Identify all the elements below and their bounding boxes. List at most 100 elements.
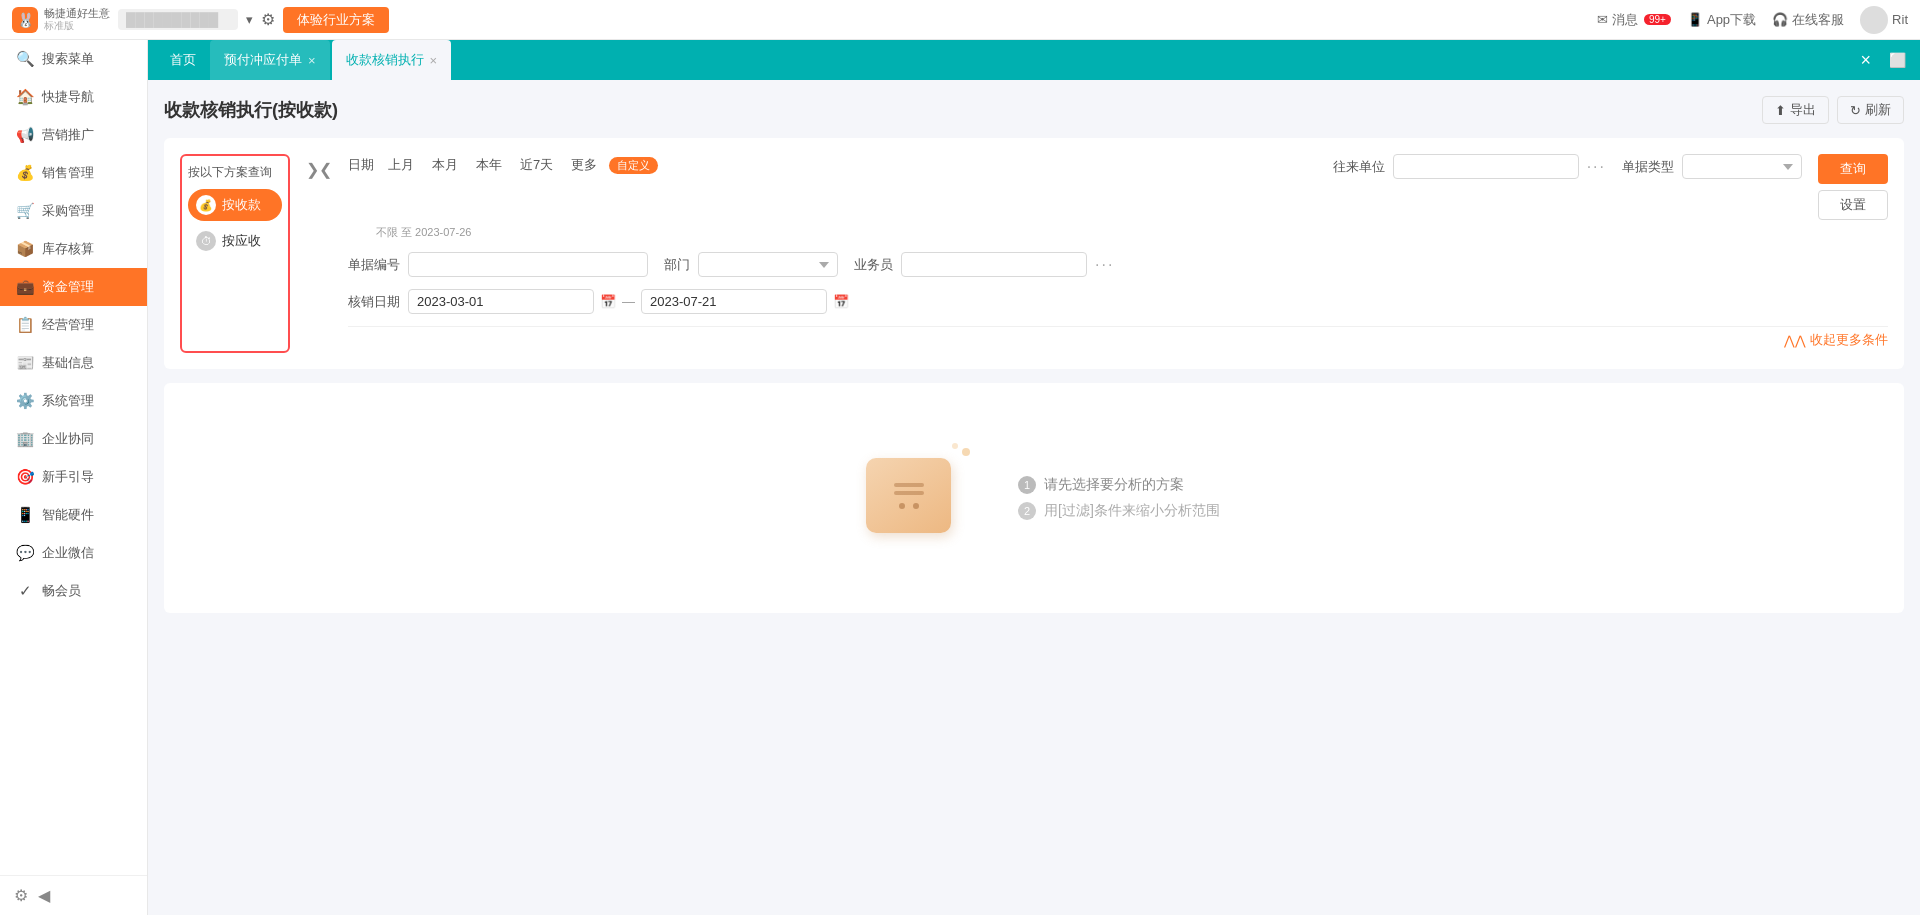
tab-receipt-close[interactable]: × [430, 53, 438, 68]
filter-option-by-receipt[interactable]: 💰 按收款 [188, 189, 282, 221]
sidebar-item-inventory[interactable]: 📦 库存核算 [0, 230, 147, 268]
settings-icon[interactable]: ⚙ [261, 10, 275, 29]
trial-btn[interactable]: 体验行业方案 [283, 7, 389, 33]
sidebar-label: 经营管理 [42, 316, 94, 334]
avatar [1860, 6, 1888, 34]
sidebar-label: 销售管理 [42, 164, 94, 182]
right-panel: 查询 设置 [1818, 154, 1888, 220]
hint-2: 2 用[过滤]条件来缩小分析范围 [1018, 502, 1220, 520]
sidebar-item-search-menu[interactable]: 🔍 搜索菜单 [0, 40, 147, 78]
logo-text: 畅捷通好生意 标准版 [44, 7, 110, 32]
department-label: 部门 [664, 256, 690, 274]
bottom-settings-icon[interactable]: ⚙ [14, 886, 28, 905]
enterprise-icon: 🏢 [16, 430, 34, 448]
verify-date-label: 核销日期 [348, 293, 400, 311]
filter-option-by-receivable[interactable]: ⏱ 按应收 [188, 225, 282, 257]
verify-date-start-input[interactable] [408, 289, 594, 314]
doc-type-select[interactable] [1682, 154, 1802, 179]
sidebar-item-vip[interactable]: ✓ 畅会员 [0, 572, 147, 610]
date-last-month-btn[interactable]: 上月 [382, 154, 420, 176]
sidebar-item-enterprise-coop[interactable]: 🏢 企业协同 [0, 420, 147, 458]
refresh-btn[interactable]: ↻ 刷新 [1837, 96, 1904, 124]
counterparty-field: 往来单位 ··· [1333, 154, 1606, 179]
maximize-btn[interactable]: ⬜ [1883, 50, 1912, 70]
sidebar-item-wechat[interactable]: 💬 企业微信 [0, 534, 147, 572]
verify-date-end-input[interactable] [641, 289, 827, 314]
sidebar-item-marketing[interactable]: 📢 营销推广 [0, 116, 147, 154]
service-icon: 🎧 [1772, 12, 1788, 27]
sidebar-item-purchase[interactable]: 🛒 采购管理 [0, 192, 147, 230]
sidebar-item-newbie[interactable]: 🎯 新手引导 [0, 458, 147, 496]
salesperson-label: 业务员 [854, 256, 893, 274]
settings-btn[interactable]: 设置 [1818, 190, 1888, 220]
date-field: 日期 上月 本月 本年 近7天 更多 自定义 [348, 154, 658, 176]
sidebar-item-operations[interactable]: 📋 经营管理 [0, 306, 147, 344]
sidebar-item-basic-info[interactable]: 📰 基础信息 [0, 344, 147, 382]
sidebar-label: 畅会员 [42, 582, 81, 600]
message-badge: 99+ [1644, 14, 1671, 25]
tab-prepay[interactable]: 预付冲应付单 × [210, 40, 330, 80]
app-download-btn[interactable]: 📱 App下载 [1687, 11, 1756, 29]
box-face [894, 483, 924, 509]
doc-number-input[interactable] [408, 252, 648, 277]
empty-state: 1 请先选择要分析的方案 2 用[过滤]条件来缩小分析范围 [164, 383, 1904, 613]
tab-prepay-close[interactable]: × [308, 53, 316, 68]
close-window-btn[interactable]: × [1854, 48, 1877, 73]
operations-icon: 📋 [16, 316, 34, 334]
box-eyes [899, 503, 919, 509]
counterparty-input[interactable] [1393, 154, 1579, 179]
hint-1: 1 请先选择要分析的方案 [1018, 476, 1220, 494]
verify-date-calendar-start[interactable]: 📅 [600, 294, 616, 309]
date-this-year-btn[interactable]: 本年 [470, 154, 508, 176]
page-header: 收款核销执行(按收款) ⬆ 导出 ↻ 刷新 [164, 96, 1904, 124]
sidebar-item-system[interactable]: ⚙️ 系统管理 [0, 382, 147, 420]
filter-panel: 按以下方案查询 💰 按收款 ⏱ 按应收 ❯❮ [164, 138, 1904, 369]
empty-hints: 1 请先选择要分析的方案 2 用[过滤]条件来缩小分析范围 [1018, 476, 1220, 520]
tab-bar: 首页 预付冲应付单 × 收款核销执行 × × ⬜ [148, 40, 1920, 80]
date-7days-btn[interactable]: 近7天 [514, 154, 559, 176]
user-area[interactable]: Rit [1860, 6, 1908, 34]
export-btn[interactable]: ⬆ 导出 [1762, 96, 1829, 124]
sidebar-collapse-icon[interactable]: ◀ [38, 886, 50, 905]
message-icon: ✉ [1597, 12, 1608, 27]
doc-number-label: 单据编号 [348, 256, 400, 274]
salesperson-more[interactable]: ··· [1095, 256, 1114, 274]
sidebar-label: 企业协同 [42, 430, 94, 448]
verify-date-field: 核销日期 📅 — 📅 [348, 289, 849, 314]
purchase-icon: 🛒 [16, 202, 34, 220]
department-select[interactable] [698, 252, 838, 277]
filter-collapse-btn[interactable]: ❯❮ [302, 160, 336, 179]
hardware-icon: 📱 [16, 506, 34, 524]
message-btn[interactable]: ✉ 消息 99+ [1597, 11, 1671, 29]
sidebar-label: 库存核算 [42, 240, 94, 258]
sales-icon: 💰 [16, 164, 34, 182]
tab-home[interactable]: 首页 [156, 40, 210, 80]
eye-right [913, 503, 919, 509]
date-this-month-btn[interactable]: 本月 [426, 154, 464, 176]
sidebar-label: 营销推广 [42, 126, 94, 144]
online-service-btn[interactable]: 🎧 在线客服 [1772, 11, 1844, 29]
verify-date-calendar-end[interactable]: 📅 [833, 294, 849, 309]
empty-box [866, 458, 951, 533]
wechat-icon: 💬 [16, 544, 34, 562]
sidebar-item-quick-nav[interactable]: 🏠 快捷导航 [0, 78, 147, 116]
sidebar-item-capital[interactable]: 💼 资金管理 [0, 268, 147, 306]
counterparty-more[interactable]: ··· [1587, 158, 1606, 176]
tab-receipt[interactable]: 收款核销执行 × [332, 40, 452, 80]
newbie-icon: 🎯 [16, 468, 34, 486]
header-right: ✉ 消息 99+ 📱 App下载 🎧 在线客服 Rit [1597, 6, 1908, 34]
query-btn[interactable]: 查询 [1818, 154, 1888, 184]
account-display: ██████████ [118, 9, 238, 30]
sidebar-item-sales[interactable]: 💰 销售管理 [0, 154, 147, 192]
logo-area: 🐰 畅捷通好生意 标准版 [12, 7, 110, 33]
doc-number-field: 单据编号 [348, 252, 648, 277]
account-dropdown[interactable]: ▾ [246, 12, 253, 27]
salesperson-input[interactable] [901, 252, 1087, 277]
verify-date-separator: — [622, 294, 635, 309]
date-more-btn[interactable]: 更多 [565, 154, 603, 176]
sidebar-item-smart-hardware[interactable]: 📱 智能硬件 [0, 496, 147, 534]
page-title: 收款核销执行(按收款) [164, 98, 338, 122]
capital-icon: 💼 [16, 278, 34, 296]
collapse-more-btn[interactable]: ⋀⋀ 收起更多条件 [348, 326, 1888, 353]
sidebar-label: 新手引导 [42, 468, 94, 486]
